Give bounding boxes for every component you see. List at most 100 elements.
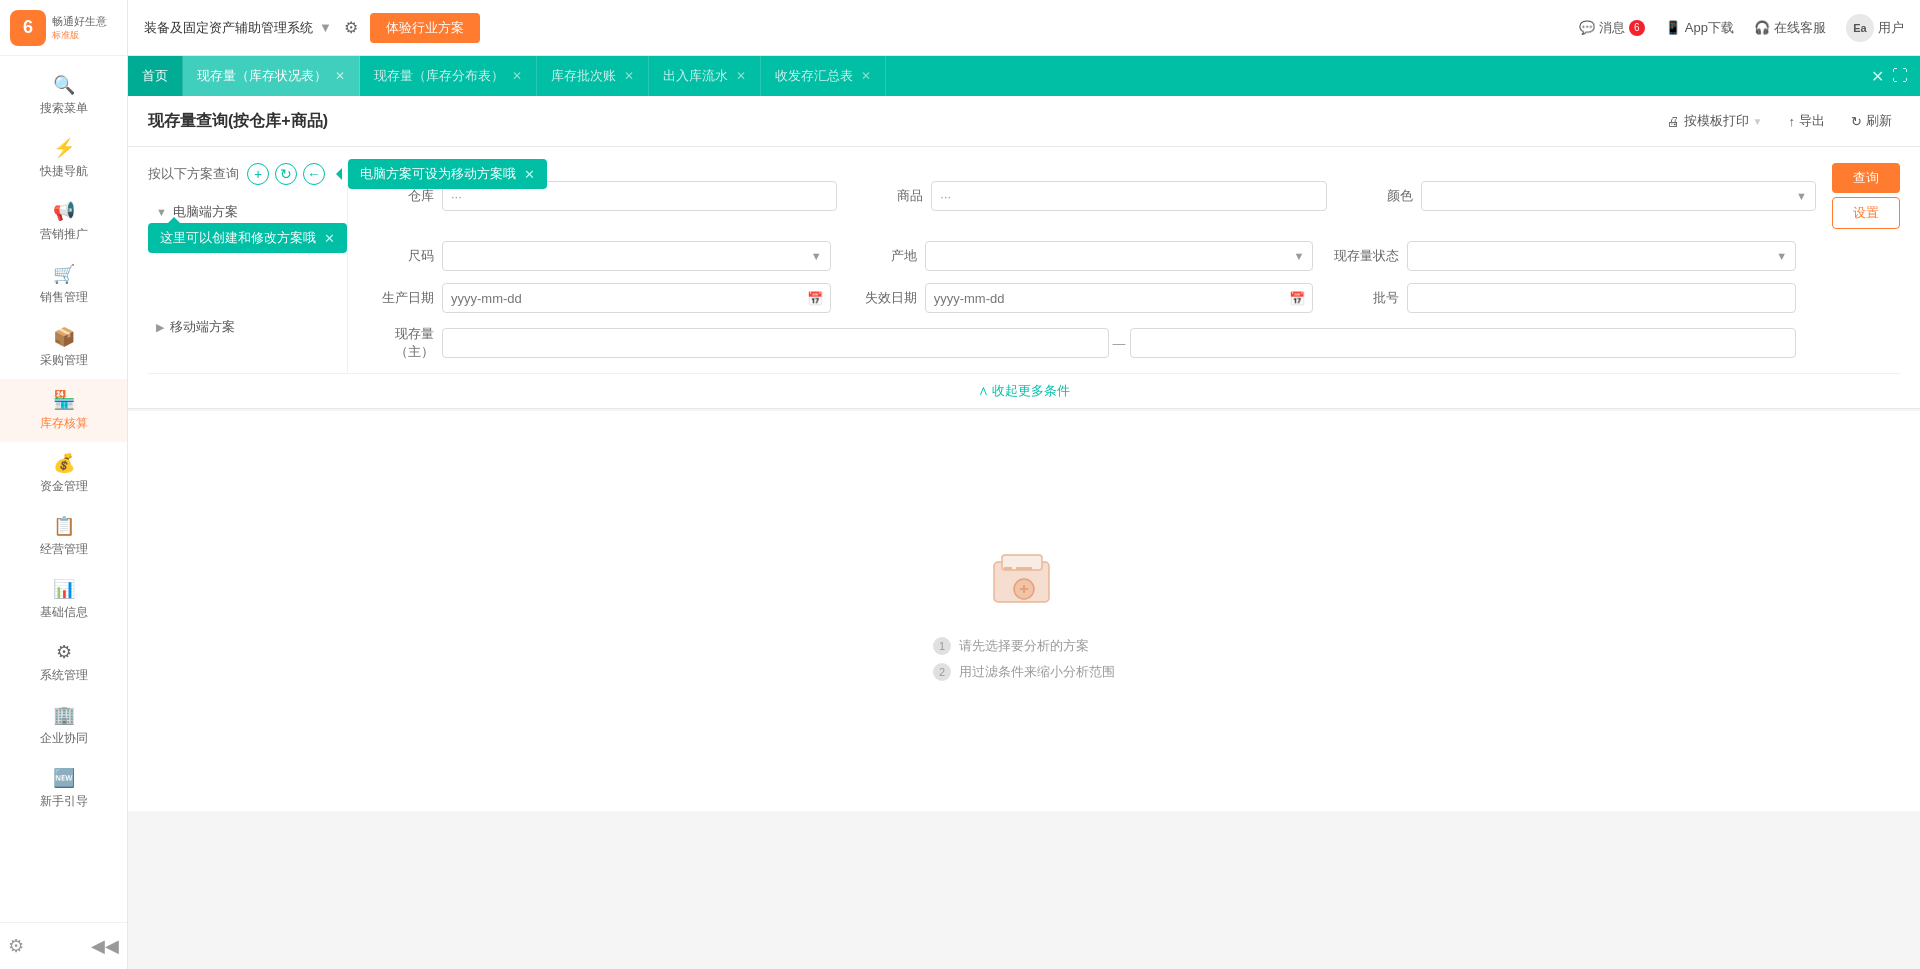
color-select[interactable]: ▼	[1421, 181, 1816, 211]
collapse-more-bar[interactable]: ∧ 收起更多条件	[148, 373, 1900, 408]
avatar-image: Ea	[1846, 14, 1874, 42]
settings-bottom-icon[interactable]: ⚙	[8, 935, 24, 957]
tab-expand-icon[interactable]: ⛶	[1892, 67, 1908, 85]
sidebar-item-guide[interactable]: 🆕 新手引导	[0, 757, 127, 820]
sidebar-item-marketing[interactable]: 📢 营销推广	[0, 190, 127, 253]
production-date-input[interactable]	[442, 283, 831, 313]
pc-scheme-label: 电脑端方案	[173, 203, 238, 221]
tab-inventory-dist[interactable]: 现存量（库存分布表） ✕	[360, 56, 537, 96]
topbar-settings-icon[interactable]: ⚙	[344, 18, 358, 37]
search-button-group: 查询 设置	[1832, 163, 1900, 229]
filter-row-4: 现存量（主） —	[364, 325, 1900, 361]
sidebar-label-quick-nav: 快捷导航	[40, 163, 88, 180]
tab-inventory-dist-label: 现存量（库存分布表）	[374, 67, 504, 85]
store-icon: 🏪	[53, 389, 75, 411]
sidebar-item-finance[interactable]: 💰 资金管理	[0, 442, 127, 505]
search-button[interactable]: 查询	[1832, 163, 1900, 193]
sidebar: 6 畅通好生意 标准版 🔍 搜索菜单 ⚡ 快捷导航 📢 营销推广 🛒 销售管理 …	[0, 0, 128, 969]
filter-field-color: 颜色 ▼	[1343, 181, 1816, 211]
industry-plan-button[interactable]: 体验行业方案	[370, 13, 480, 43]
tab-recv-send-summary-close[interactable]: ✕	[861, 69, 871, 83]
sidebar-label-basic-info: 基础信息	[40, 604, 88, 621]
app-logo: 6 畅通好生意 标准版	[0, 0, 127, 56]
user-avatar[interactable]: Ea 用户	[1846, 14, 1904, 42]
page-title: 现存量查询(按仓库+商品)	[148, 111, 328, 132]
message-icon: 💬	[1579, 20, 1595, 35]
mobile-scheme-item[interactable]: ▶ 移动端方案	[148, 312, 335, 342]
stock-main-max-input[interactable]	[1130, 328, 1797, 358]
tab-home[interactable]: 首页	[128, 56, 183, 96]
pc-tooltip-close[interactable]: ✕	[524, 167, 535, 182]
back-scheme-button[interactable]: ←	[303, 163, 325, 185]
page-actions: 🖨 按模板打印 ▼ ↑ 导出 ↻ 刷新	[1659, 108, 1900, 134]
add-scheme-button[interactable]: +	[247, 163, 269, 185]
tab-batch-ledger-close[interactable]: ✕	[624, 69, 634, 83]
online-service-button[interactable]: 🎧 在线客服	[1754, 19, 1826, 37]
sidebar-label-management: 经营管理	[40, 541, 88, 558]
sidebar-item-search-menu[interactable]: 🔍 搜索菜单	[0, 64, 127, 127]
sidebar-item-enterprise[interactable]: 🏢 企业协同	[0, 694, 127, 757]
sidebar-item-management[interactable]: 📋 经营管理	[0, 505, 127, 568]
tab-recv-send-summary[interactable]: 收发存汇总表 ✕	[761, 56, 886, 96]
tab-home-label: 首页	[142, 67, 168, 85]
collapse-sidebar-icon[interactable]: ◀◀	[91, 935, 119, 957]
new-icon: 🆕	[53, 767, 75, 789]
tab-in-out-flow[interactable]: 出入库流水 ✕	[649, 56, 761, 96]
sidebar-item-quick-nav[interactable]: ⚡ 快捷导航	[0, 127, 127, 190]
sidebar-label-sales: 销售管理	[40, 289, 88, 306]
expiry-date-label: 失效日期	[847, 289, 917, 307]
filter-field-size: 尺码 ▼	[364, 241, 831, 271]
main-content: 现存量查询(按仓库+商品) 🖨 按模板打印 ▼ ↑ 导出 ↻ 刷新 按以	[128, 96, 1920, 969]
search-icon: 🔍	[53, 74, 75, 96]
size-select[interactable]: ▼	[442, 241, 831, 271]
sidebar-item-system[interactable]: ⚙ 系统管理	[0, 631, 127, 694]
export-button[interactable]: ↑ 导出	[1781, 108, 1834, 134]
empty-step-1: 1 请先选择要分析的方案	[933, 633, 1115, 659]
inventory-status-select[interactable]: ▼	[1407, 241, 1796, 271]
refresh-scheme-button[interactable]: ↻	[275, 163, 297, 185]
sidebar-label-inventory: 库存核算	[40, 415, 88, 432]
sidebar-item-basic-info[interactable]: 📊 基础信息	[0, 568, 127, 631]
warehouse-label: 仓库	[364, 187, 434, 205]
print-button[interactable]: 🖨 按模板打印 ▼	[1659, 108, 1771, 134]
origin-select[interactable]: ▼	[925, 241, 1314, 271]
print-icon: 🖨	[1667, 114, 1680, 129]
sidebar-item-purchase[interactable]: 📦 采购管理	[0, 316, 127, 379]
step-1-num: 1	[933, 637, 951, 655]
tab-close-all-icon[interactable]: ✕	[1871, 67, 1884, 86]
system-name-dropdown-icon[interactable]: ▼	[319, 20, 332, 35]
system-name: 装备及固定资产辅助管理系统	[144, 19, 313, 37]
stock-main-min-input[interactable]	[442, 328, 1109, 358]
goods-select[interactable]: ···	[931, 181, 1326, 211]
logo-icon: 6	[10, 10, 46, 46]
tab-batch-ledger[interactable]: 库存批次账 ✕	[537, 56, 649, 96]
tab-inventory-status[interactable]: 现存量（库存状况表） ✕	[183, 56, 360, 96]
origin-label: 产地	[847, 247, 917, 265]
tab-inventory-status-close[interactable]: ✕	[335, 69, 345, 83]
sidebar-bottom: ⚙ ◀◀	[0, 922, 127, 969]
filter-field-batch-no: 批号	[1329, 283, 1796, 313]
tab-in-out-flow-close[interactable]: ✕	[736, 69, 746, 83]
expiry-date-input[interactable]	[925, 283, 1314, 313]
expiry-date-calendar-icon[interactable]: 📅	[1289, 291, 1305, 306]
filter-field-production-date: 生产日期 📅	[364, 283, 831, 313]
megaphone-icon: 📢	[53, 200, 75, 222]
batch-no-input[interactable]	[1407, 283, 1796, 313]
production-date-label: 生产日期	[364, 289, 434, 307]
app-download-button[interactable]: 📱 App下载	[1665, 19, 1734, 37]
sidebar-label-purchase: 采购管理	[40, 352, 88, 369]
filter-field-stock-main: 现存量（主） —	[364, 325, 1796, 361]
sidebar-item-sales[interactable]: 🛒 销售管理	[0, 253, 127, 316]
create-tooltip-close[interactable]: ✕	[324, 231, 335, 246]
sidebar-item-inventory[interactable]: 🏪 库存核算	[0, 379, 127, 442]
refresh-button[interactable]: ↻ 刷新	[1843, 108, 1900, 134]
filter-header: 按以下方案查询 + ↻ ← 电脑方案可设为移动方案哦 ✕	[148, 163, 335, 185]
production-date-calendar-icon[interactable]: 📅	[807, 291, 823, 306]
phone-icon: 📱	[1665, 20, 1681, 35]
tab-inventory-dist-close[interactable]: ✕	[512, 69, 522, 83]
print-dropdown-icon: ▼	[1753, 116, 1763, 127]
page-header: 现存量查询(按仓库+商品) 🖨 按模板打印 ▼ ↑ 导出 ↻ 刷新	[128, 96, 1920, 147]
pc-scheme-arrow: ▼	[156, 206, 167, 218]
message-button[interactable]: 💬 消息 6	[1579, 19, 1645, 37]
reset-button[interactable]: 设置	[1832, 197, 1900, 229]
